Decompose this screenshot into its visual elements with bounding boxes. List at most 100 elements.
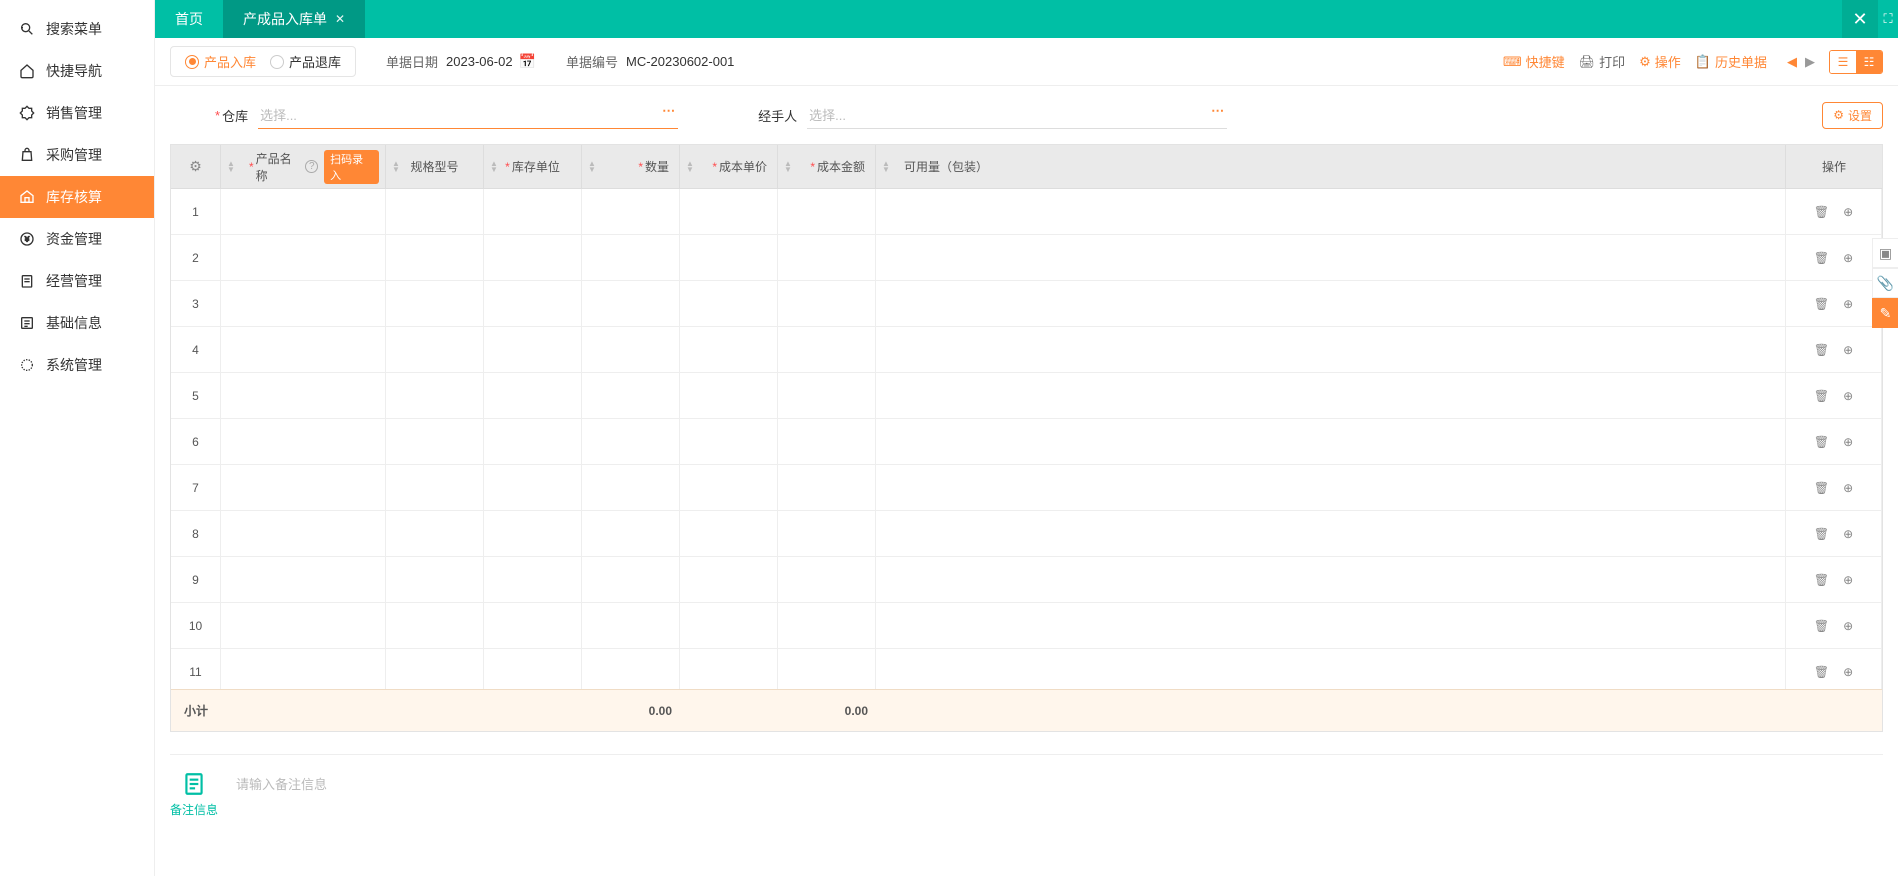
delete-icon[interactable]: 🗑 <box>1814 343 1829 357</box>
cell-amount[interactable] <box>778 649 876 689</box>
th-qty[interactable]: ▲▼*数量 <box>582 145 680 188</box>
sidebar-item-basicinfo[interactable]: 基础信息 <box>0 302 154 344</box>
add-icon[interactable]: ⊕ <box>1843 665 1853 679</box>
table-row[interactable]: 3 🗑 ⊕ <box>171 281 1882 327</box>
cell-unit[interactable] <box>484 189 582 234</box>
th-product[interactable]: ▲▼ *产品名称 ? 扫码录入 <box>221 145 386 188</box>
cell-unit[interactable] <box>484 419 582 464</box>
add-icon[interactable]: ⊕ <box>1843 251 1853 265</box>
header-close-button[interactable]: ✕ <box>1842 0 1878 38</box>
float-btn-1[interactable]: ▣ <box>1872 238 1898 268</box>
delete-icon[interactable]: 🗑 <box>1814 251 1829 265</box>
cell-price[interactable] <box>680 373 778 418</box>
add-icon[interactable]: ⊕ <box>1843 573 1853 587</box>
next-arrow-icon[interactable]: ▶ <box>1805 54 1815 70</box>
view-list-icon[interactable]: ☰ <box>1830 51 1856 73</box>
warehouse-select[interactable]: 选择... ⋯ <box>258 101 678 129</box>
delete-icon[interactable]: 🗑 <box>1814 389 1829 403</box>
sort-icon[interactable]: ▲▼ <box>882 161 890 173</box>
handler-select[interactable]: 选择... ⋯ <box>807 101 1227 129</box>
float-btn-attach[interactable]: 📎 <box>1872 268 1898 298</box>
delete-icon[interactable]: 🗑 <box>1814 205 1829 219</box>
radio-product-in[interactable]: 产品入库 <box>185 52 256 71</box>
delete-icon[interactable]: 🗑 <box>1814 435 1829 449</box>
cell-product[interactable] <box>221 189 386 234</box>
table-row[interactable]: 8 🗑 ⊕ <box>171 511 1882 557</box>
cell-unit[interactable] <box>484 281 582 326</box>
sidebar-item-business[interactable]: 经营管理 <box>0 260 154 302</box>
sort-icon[interactable]: ▲▼ <box>227 161 235 173</box>
add-icon[interactable]: ⊕ <box>1843 205 1853 219</box>
cell-qty[interactable] <box>582 373 680 418</box>
cell-amount[interactable] <box>778 419 876 464</box>
cell-qty[interactable] <box>582 603 680 648</box>
cell-price[interactable] <box>680 327 778 372</box>
cell-price[interactable] <box>680 235 778 280</box>
tab-inbound[interactable]: 产成品入库单 ✕ <box>223 0 365 38</box>
cell-product[interactable] <box>221 649 386 689</box>
cell-product[interactable] <box>221 235 386 280</box>
sort-icon[interactable]: ▲▼ <box>686 161 694 173</box>
th-amount[interactable]: ▲▼*成本金额 <box>778 145 876 188</box>
cell-qty[interactable] <box>582 649 680 689</box>
settings-button[interactable]: ⚙设置 <box>1822 102 1883 129</box>
add-icon[interactable]: ⊕ <box>1843 481 1853 495</box>
table-row[interactable]: 1 🗑 ⊕ <box>171 189 1882 235</box>
cell-amount[interactable] <box>778 327 876 372</box>
ellipsis-icon[interactable]: ⋯ <box>662 103 676 119</box>
view-toggle[interactable]: ☰ ☷ <box>1829 50 1883 74</box>
date-field[interactable]: 单据日期 2023-06-02 📅 <box>386 52 536 71</box>
cell-amount[interactable] <box>778 511 876 556</box>
sort-icon[interactable]: ▲▼ <box>588 161 596 173</box>
table-row[interactable]: 10 🗑 ⊕ <box>171 603 1882 649</box>
operate-button[interactable]: ⚙操作 <box>1639 52 1681 71</box>
cell-spec[interactable] <box>386 235 484 280</box>
table-row[interactable]: 9 🗑 ⊕ <box>171 557 1882 603</box>
sidebar-item-inventory[interactable]: 库存核算 <box>0 176 154 218</box>
cell-amount[interactable] <box>778 235 876 280</box>
table-row[interactable]: 5 🗑 ⊕ <box>171 373 1882 419</box>
cell-price[interactable] <box>680 649 778 689</box>
cell-price[interactable] <box>680 281 778 326</box>
cell-unit[interactable] <box>484 373 582 418</box>
cell-spec[interactable] <box>386 327 484 372</box>
add-icon[interactable]: ⊕ <box>1843 343 1853 357</box>
cell-spec[interactable] <box>386 649 484 689</box>
prev-arrow-icon[interactable]: ◀ <box>1787 54 1797 70</box>
cell-qty[interactable] <box>582 419 680 464</box>
cell-qty[interactable] <box>582 235 680 280</box>
cell-amount[interactable] <box>778 603 876 648</box>
table-row[interactable]: 7 🗑 ⊕ <box>171 465 1882 511</box>
th-spec[interactable]: ▲▼规格型号 <box>386 145 484 188</box>
delete-icon[interactable]: 🗑 <box>1814 573 1829 587</box>
close-icon[interactable]: ✕ <box>335 12 345 26</box>
delete-icon[interactable]: 🗑 <box>1814 527 1829 541</box>
cell-spec[interactable] <box>386 281 484 326</box>
calendar-icon[interactable]: 📅 <box>519 53 536 70</box>
th-gear[interactable]: ⚙ <box>171 145 221 188</box>
cell-spec[interactable] <box>386 511 484 556</box>
cell-spec[interactable] <box>386 557 484 602</box>
cell-qty[interactable] <box>582 281 680 326</box>
add-icon[interactable]: ⊕ <box>1843 435 1853 449</box>
cell-qty[interactable] <box>582 189 680 234</box>
cell-spec[interactable] <box>386 373 484 418</box>
radio-product-return[interactable]: 产品退库 <box>270 52 341 71</box>
scan-badge[interactable]: 扫码录入 <box>324 150 379 184</box>
cell-unit[interactable] <box>484 327 582 372</box>
delete-icon[interactable]: 🗑 <box>1814 481 1829 495</box>
sidebar-item-search[interactable]: 搜索菜单 <box>0 8 154 50</box>
shortcut-button[interactable]: ⌨快捷键 <box>1503 52 1565 71</box>
sidebar-item-finance[interactable]: ¥ 资金管理 <box>0 218 154 260</box>
cell-product[interactable] <box>221 327 386 372</box>
sort-icon[interactable]: ▲▼ <box>392 161 400 173</box>
cell-unit[interactable] <box>484 557 582 602</box>
th-unit[interactable]: ▲▼*库存单位 <box>484 145 582 188</box>
cell-product[interactable] <box>221 465 386 510</box>
cell-product[interactable] <box>221 373 386 418</box>
table-row[interactable]: 6 🗑 ⊕ <box>171 419 1882 465</box>
history-button[interactable]: 📋历史单据 <box>1695 52 1767 71</box>
cell-qty[interactable] <box>582 511 680 556</box>
tab-home[interactable]: 首页 <box>155 0 223 38</box>
add-icon[interactable]: ⊕ <box>1843 389 1853 403</box>
